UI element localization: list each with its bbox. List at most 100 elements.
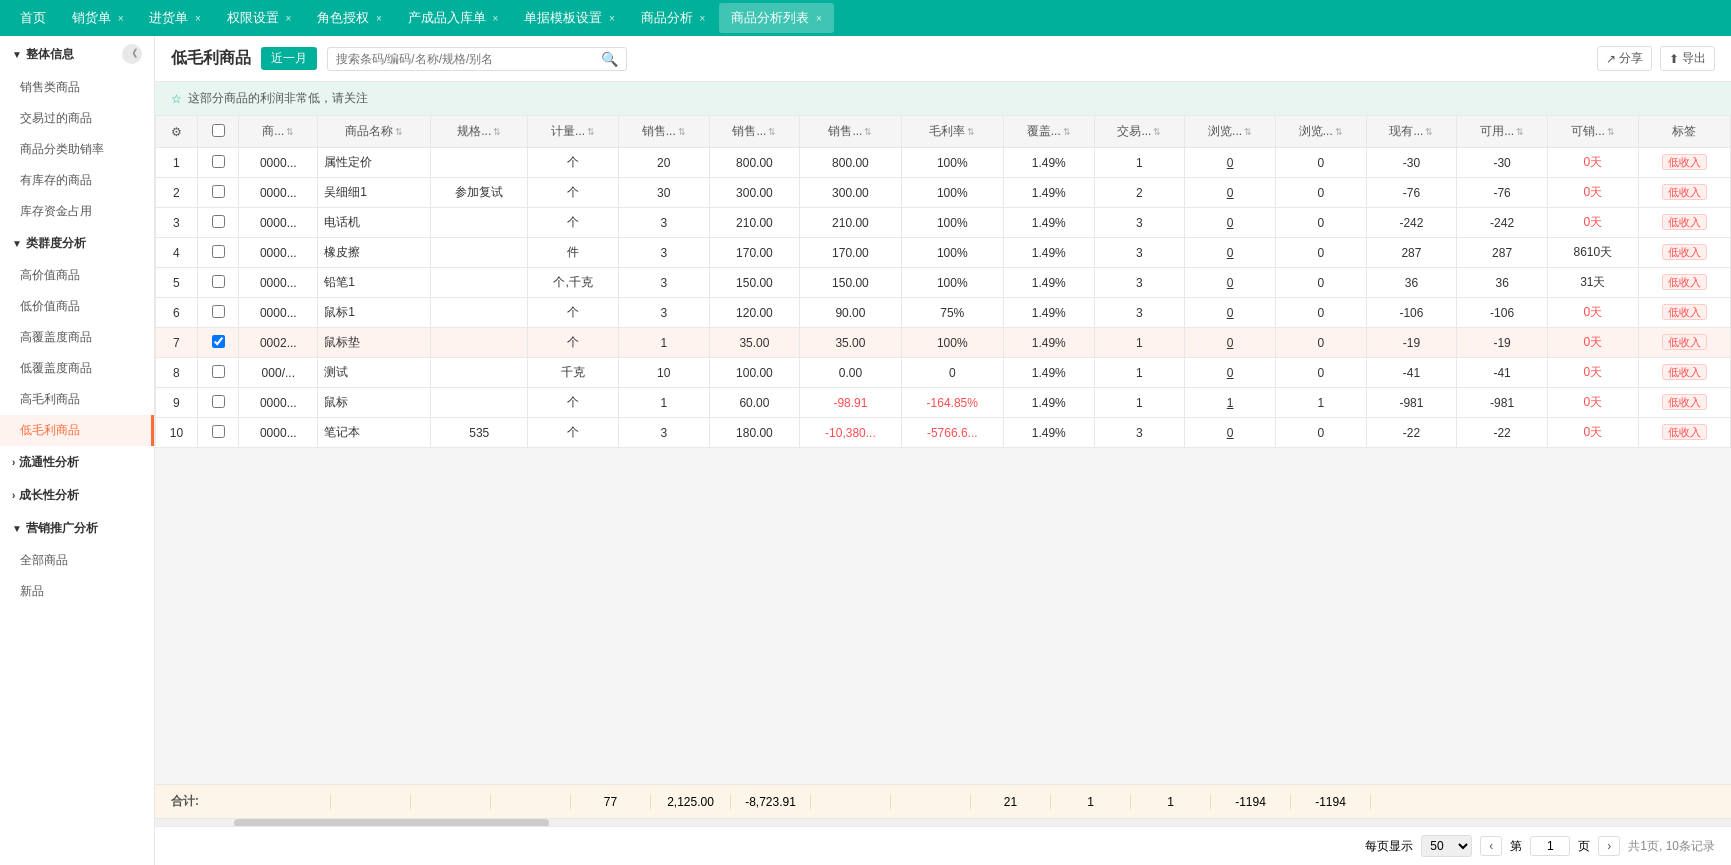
prev-page-btn[interactable]: ‹ <box>1480 836 1502 856</box>
nav-item-roles[interactable]: 角色授权 × <box>305 3 393 33</box>
row-checkbox[interactable] <box>212 335 225 348</box>
nav-item-home[interactable]: 首页 <box>8 3 58 33</box>
cell-checkbox[interactable] <box>197 298 238 328</box>
sidebar-item-new-products[interactable]: 新品 <box>0 576 154 607</box>
sidebar-item-high-coverage[interactable]: 高覆盖度商品 <box>0 322 154 353</box>
table-row[interactable]: 8 000/... 测试 千克 10 100.00 0.00 0 1.49% 1… <box>156 358 1731 388</box>
nav-item-analysis-list[interactable]: 商品分析列表 × <box>719 3 833 33</box>
col-saleable[interactable]: 可销...⇅ <box>1547 116 1638 148</box>
row-checkbox[interactable] <box>212 185 225 198</box>
cell-checkbox[interactable] <box>197 388 238 418</box>
cell-browse1[interactable]: 0 <box>1185 148 1276 178</box>
cell-browse1[interactable]: 0 <box>1185 418 1276 448</box>
cell-browse1[interactable]: 0 <box>1185 358 1276 388</box>
col-checkbox[interactable] <box>197 116 238 148</box>
row-checkbox[interactable] <box>212 275 225 288</box>
sidebar-item-low-coverage[interactable]: 低覆盖度商品 <box>0 353 154 384</box>
col-coverage[interactable]: 覆盖...⇅ <box>1003 116 1094 148</box>
search-icon[interactable]: 🔍 <box>601 51 618 67</box>
table-row[interactable]: 10 0000... 笔记本 535 个 3 180.00 -10,380...… <box>156 418 1731 448</box>
sidebar-item-category-rate[interactable]: 商品分类助销率 <box>0 134 154 165</box>
export-btn[interactable]: ⬆ 导出 <box>1660 46 1715 71</box>
select-all-checkbox[interactable] <box>212 124 225 137</box>
row-checkbox[interactable] <box>212 155 225 168</box>
sidebar-item-sales-products[interactable]: 销售类商品 <box>0 72 154 103</box>
row-checkbox[interactable] <box>212 395 225 408</box>
sidebar-item-high-margin[interactable]: 高毛利商品 <box>0 384 154 415</box>
browse1-link[interactable]: 0 <box>1227 156 1234 170</box>
browse1-link[interactable]: 0 <box>1227 306 1234 320</box>
sidebar-item-low-value[interactable]: 低价值商品 <box>0 291 154 322</box>
nav-item-permissions[interactable]: 权限设置 × <box>215 3 303 33</box>
sidebar-item-low-margin[interactable]: 低毛利商品 <box>0 415 154 446</box>
browse1-link[interactable]: 0 <box>1227 336 1234 350</box>
col-unit[interactable]: 计量...⇅ <box>528 116 619 148</box>
next-page-btn[interactable]: › <box>1598 836 1620 856</box>
nav-close-permissions[interactable]: × <box>286 13 292 24</box>
browse1-link[interactable]: 0 <box>1227 246 1234 260</box>
nav-close-products[interactable]: × <box>493 13 499 24</box>
cell-browse1[interactable]: 0 <box>1185 268 1276 298</box>
browse1-link[interactable]: 0 <box>1227 426 1234 440</box>
sidebar-item-stock-capital[interactable]: 库存资金占用 <box>0 196 154 227</box>
collapse-btn-overall[interactable]: 《 <box>122 44 142 64</box>
nav-close-roles[interactable]: × <box>376 13 382 24</box>
cell-browse1[interactable]: 1 <box>1185 388 1276 418</box>
col-settings[interactable]: ⚙ <box>156 116 198 148</box>
row-checkbox[interactable] <box>212 305 225 318</box>
sidebar-item-high-value[interactable]: 高价值商品 <box>0 260 154 291</box>
nav-item-sales[interactable]: 销货单 × <box>60 3 135 33</box>
col-transaction[interactable]: 交易...⇅ <box>1094 116 1185 148</box>
nav-close-analysis-list[interactable]: × <box>816 13 822 24</box>
table-row[interactable]: 2 0000... 吴细细1 参加复试 个 30 300.00 300.00 1… <box>156 178 1731 208</box>
col-spec[interactable]: 规格...⇅ <box>431 116 528 148</box>
nav-close-sales[interactable]: × <box>118 13 124 24</box>
browse1-link[interactable]: 1 <box>1227 396 1234 410</box>
sidebar-item-traded[interactable]: 交易过的商品 <box>0 103 154 134</box>
browse1-link[interactable]: 0 <box>1227 216 1234 230</box>
nav-close-template[interactable]: × <box>609 13 615 24</box>
col-sales-profit[interactable]: 销售...⇅ <box>800 116 901 148</box>
nav-item-analysis[interactable]: 商品分析 × <box>629 3 717 33</box>
page-number-input[interactable] <box>1530 836 1570 856</box>
table-row[interactable]: 7 0002... 鼠标垫 个 1 35.00 35.00 100% 1.49%… <box>156 328 1731 358</box>
table-container[interactable]: ⚙ 商...⇅ 商品名称⇅ 规格...⇅ 计量...⇅ 销售...⇅ 销售...… <box>155 115 1731 784</box>
col-name[interactable]: 商品名称⇅ <box>318 116 431 148</box>
col-gross-margin[interactable]: 毛利率⇅ <box>901 116 1003 148</box>
col-sales-price[interactable]: 销售...⇅ <box>709 116 800 148</box>
table-row[interactable]: 5 0000... 铅笔1 个,千克 3 150.00 150.00 100% … <box>156 268 1731 298</box>
sidebar-group-marketing[interactable]: ▼ 营销推广分析 <box>0 512 154 545</box>
cell-browse1[interactable]: 0 <box>1185 178 1276 208</box>
sidebar-group-cluster[interactable]: ▼ 类群度分析 <box>0 227 154 260</box>
table-row[interactable]: 1 0000... 属性定价 个 20 800.00 800.00 100% 1… <box>156 148 1731 178</box>
cell-checkbox[interactable] <box>197 418 238 448</box>
table-row[interactable]: 9 0000... 鼠标 个 1 60.00 -98.91 -164.85% 1… <box>156 388 1731 418</box>
date-filter-btn[interactable]: 近一月 <box>261 47 317 70</box>
horizontal-scrollbar[interactable] <box>155 818 1731 826</box>
cell-browse1[interactable]: 0 <box>1185 208 1276 238</box>
cell-checkbox[interactable] <box>197 208 238 238</box>
sidebar-group-circulation[interactable]: › 流通性分析 <box>0 446 154 479</box>
col-browse2[interactable]: 浏览...⇅ <box>1275 116 1366 148</box>
cell-checkbox[interactable] <box>197 268 238 298</box>
nav-close-purchase[interactable]: × <box>195 13 201 24</box>
nav-item-template[interactable]: 单据模板设置 × <box>512 3 626 33</box>
col-sales-qty[interactable]: 销售...⇅ <box>618 116 709 148</box>
nav-item-products[interactable]: 产成品入库单 × <box>396 3 510 33</box>
browse1-link[interactable]: 0 <box>1227 186 1234 200</box>
row-checkbox[interactable] <box>212 365 225 378</box>
row-checkbox[interactable] <box>212 245 225 258</box>
share-btn[interactable]: ↗ 分享 <box>1597 46 1652 71</box>
row-checkbox[interactable] <box>212 425 225 438</box>
sidebar-item-in-stock[interactable]: 有库存的商品 <box>0 165 154 196</box>
cell-browse1[interactable]: 0 <box>1185 328 1276 358</box>
browse1-link[interactable]: 0 <box>1227 366 1234 380</box>
row-checkbox[interactable] <box>212 215 225 228</box>
nav-item-purchase[interactable]: 进货单 × <box>137 3 212 33</box>
col-browse1[interactable]: 浏览...⇅ <box>1185 116 1276 148</box>
sidebar-group-growth[interactable]: › 成长性分析 <box>0 479 154 512</box>
search-input[interactable] <box>336 52 601 66</box>
cell-checkbox[interactable] <box>197 178 238 208</box>
cell-browse1[interactable]: 0 <box>1185 238 1276 268</box>
col-code[interactable]: 商...⇅ <box>239 116 318 148</box>
